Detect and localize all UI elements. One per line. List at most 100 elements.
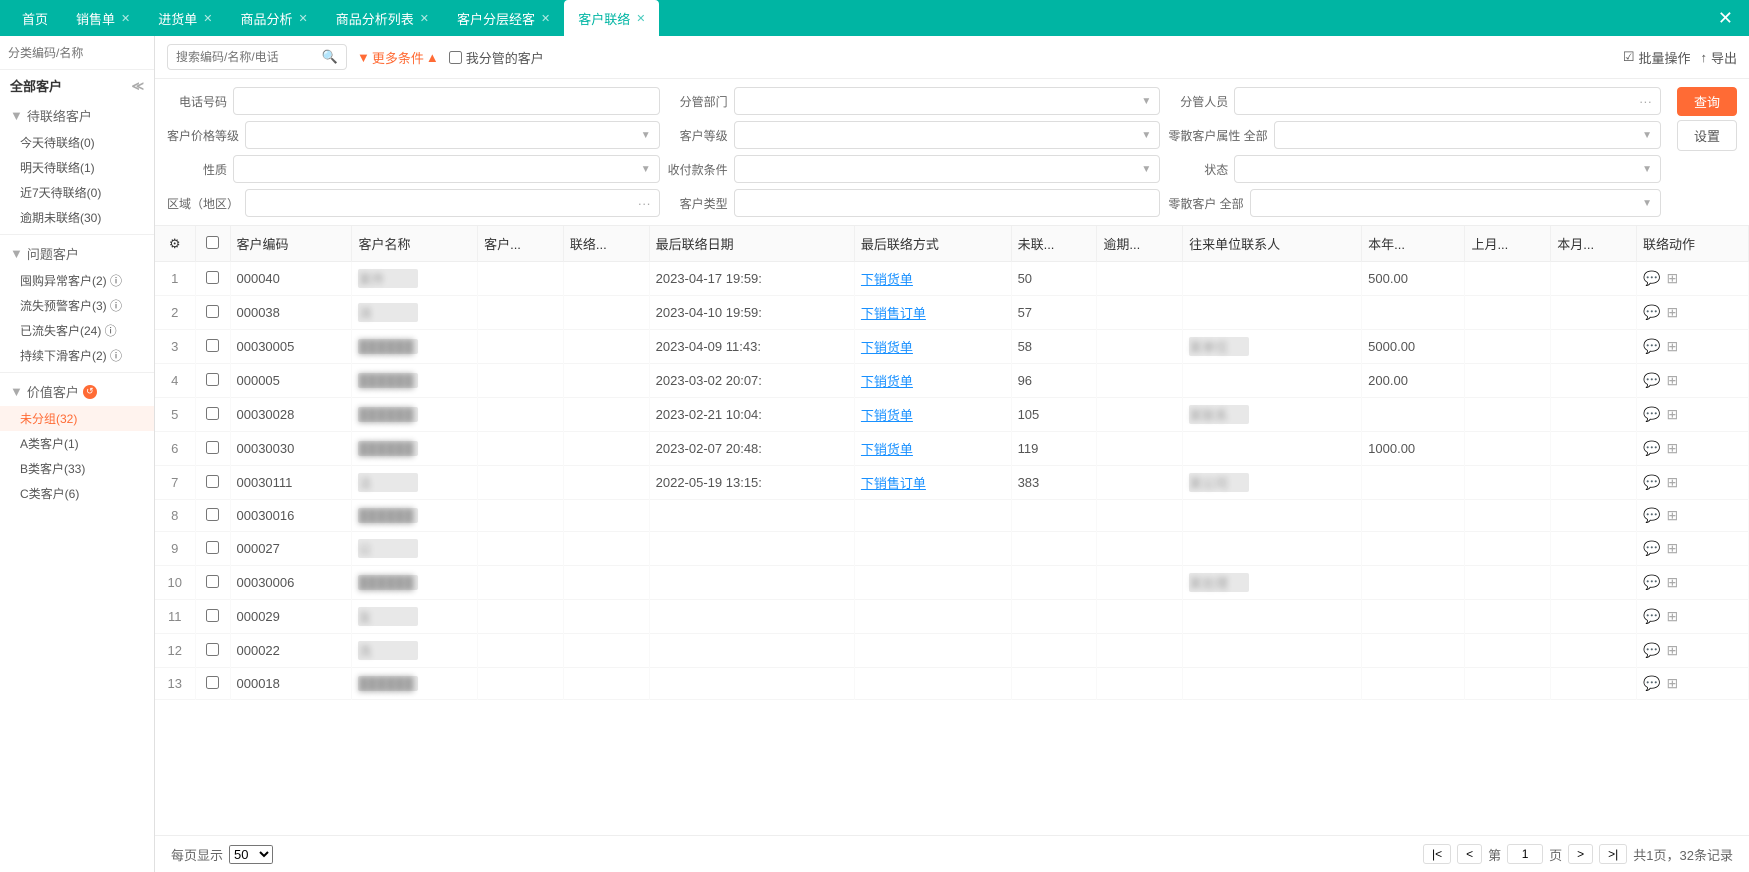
sidebar-item-c-class[interactable]: C类客户(6) — [0, 481, 154, 506]
row-checkbox-cell[interactable] — [195, 634, 230, 668]
page-number-input[interactable] — [1507, 844, 1543, 864]
sidebar-item-churned[interactable]: 已流失客户(24) ⓘ — [0, 318, 154, 343]
query-button[interactable]: 查询 — [1677, 87, 1737, 116]
last-contact-method[interactable] — [854, 566, 1011, 600]
sidebar-item-tomorrow-pending[interactable]: 明天待联络(1) — [0, 155, 154, 180]
row-checkbox[interactable] — [206, 643, 219, 656]
last-method-link[interactable]: 下销货单 — [861, 408, 913, 423]
close-icon[interactable]: ✕ — [541, 12, 550, 25]
page-size-select[interactable]: 50 100 200 — [229, 845, 273, 864]
my-customers-checkbox-label[interactable]: 我分管的客户 — [449, 48, 544, 67]
row-checkbox[interactable] — [206, 676, 219, 689]
status-select[interactable]: ▼ — [1234, 155, 1661, 183]
grid-icon[interactable]: ⊞ — [1666, 574, 1678, 591]
search-input[interactable] — [176, 50, 318, 64]
row-checkbox-cell[interactable] — [195, 364, 230, 398]
row-checkbox[interactable] — [206, 339, 219, 352]
sidebar-item-churn-warning[interactable]: 流失预警客户(3) ⓘ — [0, 293, 154, 318]
grid-icon[interactable]: ⊞ — [1666, 608, 1678, 625]
message-icon[interactable]: 💬 — [1643, 372, 1660, 389]
contact-person-column-header[interactable]: 往来单位联系人 — [1183, 226, 1362, 262]
sidebar-group-problem[interactable]: ▼ 问题客户 — [0, 239, 154, 268]
last-method-column-header[interactable]: 最后联络方式 — [854, 226, 1011, 262]
close-icon[interactable]: ✕ — [203, 12, 212, 25]
message-icon[interactable]: 💬 — [1643, 608, 1660, 625]
batch-operations-button[interactable]: ☑ 批量操作 — [1623, 48, 1691, 67]
select-all-checkbox[interactable] — [206, 236, 219, 249]
overdue-column-header[interactable]: 逾期... — [1097, 226, 1183, 262]
price-level-select[interactable]: ▼ — [245, 121, 660, 149]
nav-tab-sales-order[interactable]: 销售单 ✕ — [62, 0, 144, 36]
last-contact-method[interactable]: 下销货单 — [854, 364, 1011, 398]
sidebar-item-ungrouped[interactable]: 未分组(32) — [0, 406, 154, 431]
last-method-link[interactable]: 下销货单 — [861, 442, 913, 457]
row-checkbox[interactable] — [206, 475, 219, 488]
message-icon[interactable]: 💬 — [1643, 338, 1660, 355]
code-column-header[interactable]: 客户编码 — [230, 226, 352, 262]
customer-level-select[interactable]: ▼ — [734, 121, 1161, 149]
row-checkbox-cell[interactable] — [195, 432, 230, 466]
reset-button[interactable]: 设置 — [1677, 120, 1737, 151]
close-all-tabs-button[interactable]: ✕ — [1710, 8, 1741, 29]
type-column-header[interactable]: 客户... — [478, 226, 564, 262]
nav-tab-customer-contact[interactable]: 客户联络 ✕ — [564, 0, 659, 36]
grid-icon[interactable]: ⊞ — [1666, 270, 1678, 287]
last-contact-method[interactable] — [854, 500, 1011, 532]
last-contact-method[interactable]: 下销售订单 — [854, 296, 1011, 330]
last-contact-method[interactable]: 下销货单 — [854, 330, 1011, 364]
grid-icon[interactable]: ⊞ — [1666, 507, 1678, 524]
grid-icon[interactable]: ⊞ — [1666, 474, 1678, 491]
more-conditions-button[interactable]: ▼ 更多条件 ▲ — [357, 48, 439, 67]
last-contact-method[interactable]: 下销货单 — [854, 262, 1011, 296]
message-icon[interactable]: 💬 — [1643, 440, 1660, 457]
phone-input[interactable] — [233, 87, 660, 115]
first-page-button[interactable]: |< — [1423, 844, 1451, 864]
row-checkbox[interactable] — [206, 271, 219, 284]
my-customers-checkbox[interactable] — [449, 51, 462, 64]
contact-column-header[interactable]: 联络... — [563, 226, 649, 262]
region-input[interactable]: ··· — [245, 189, 660, 217]
row-checkbox[interactable] — [206, 575, 219, 588]
row-checkbox-cell[interactable] — [195, 262, 230, 296]
row-checkbox-cell[interactable] — [195, 566, 230, 600]
nature-select[interactable]: ▼ — [233, 155, 660, 183]
close-icon[interactable]: ✕ — [121, 12, 130, 25]
nav-tab-purchase-order[interactable]: 进货单 ✕ — [144, 0, 226, 36]
name-column-header[interactable]: 客户名称 — [352, 226, 478, 262]
this-year-column-header[interactable]: 本年... — [1362, 226, 1465, 262]
payment-terms-select[interactable]: ▼ — [734, 155, 1161, 183]
grid-icon[interactable]: ⊞ — [1666, 372, 1678, 389]
row-checkbox[interactable] — [206, 373, 219, 386]
row-checkbox-cell[interactable] — [195, 330, 230, 364]
export-button[interactable]: ↑ 导出 — [1700, 48, 1737, 67]
sidebar-item-b-class[interactable]: B类客户(33) — [0, 456, 154, 481]
last-contact-method[interactable]: 下销售订单 — [854, 466, 1011, 500]
close-icon[interactable]: ✕ — [420, 12, 429, 25]
close-icon[interactable]: ✕ — [299, 12, 308, 25]
sidebar-group-value[interactable]: ▼ 价值客户 ↺ — [0, 377, 154, 406]
row-checkbox-cell[interactable] — [195, 296, 230, 330]
message-icon[interactable]: 💬 — [1643, 675, 1660, 692]
close-icon[interactable]: ✕ — [636, 12, 645, 25]
row-checkbox-cell[interactable] — [195, 398, 230, 432]
person-input[interactable]: ··· — [1234, 87, 1661, 115]
last-method-link[interactable]: 下销货单 — [861, 374, 913, 389]
sidebar-item-hoarding[interactable]: 囤购异常客户(2) ⓘ — [0, 268, 154, 293]
sidebar-group-pending[interactable]: ▼ 待联络客户 — [0, 101, 154, 130]
last-contact-method[interactable]: 下销货单 — [854, 398, 1011, 432]
sidebar-item-a-class[interactable]: A类客户(1) — [0, 431, 154, 456]
this-month-column-header[interactable]: 本月... — [1551, 226, 1637, 262]
message-icon[interactable]: 💬 — [1643, 642, 1660, 659]
message-icon[interactable]: 💬 — [1643, 406, 1660, 423]
last-method-link[interactable]: 下销售订单 — [861, 306, 926, 321]
scatter-attr-select[interactable]: ▼ — [1274, 121, 1661, 149]
sidebar-item-today-pending[interactable]: 今天待联络(0) — [0, 130, 154, 155]
row-checkbox[interactable] — [206, 305, 219, 318]
grid-icon[interactable]: ⊞ — [1666, 642, 1678, 659]
scatter-customer-select[interactable]: ▼ — [1250, 189, 1661, 217]
sidebar-search-box[interactable]: 🔍 — [0, 36, 154, 70]
prev-page-button[interactable]: < — [1457, 844, 1482, 864]
last-method-link[interactable]: 下销货单 — [861, 272, 913, 287]
message-icon[interactable]: 💬 — [1643, 270, 1660, 287]
nav-tab-customer-tier[interactable]: 客户分层经客 ✕ — [443, 0, 564, 36]
